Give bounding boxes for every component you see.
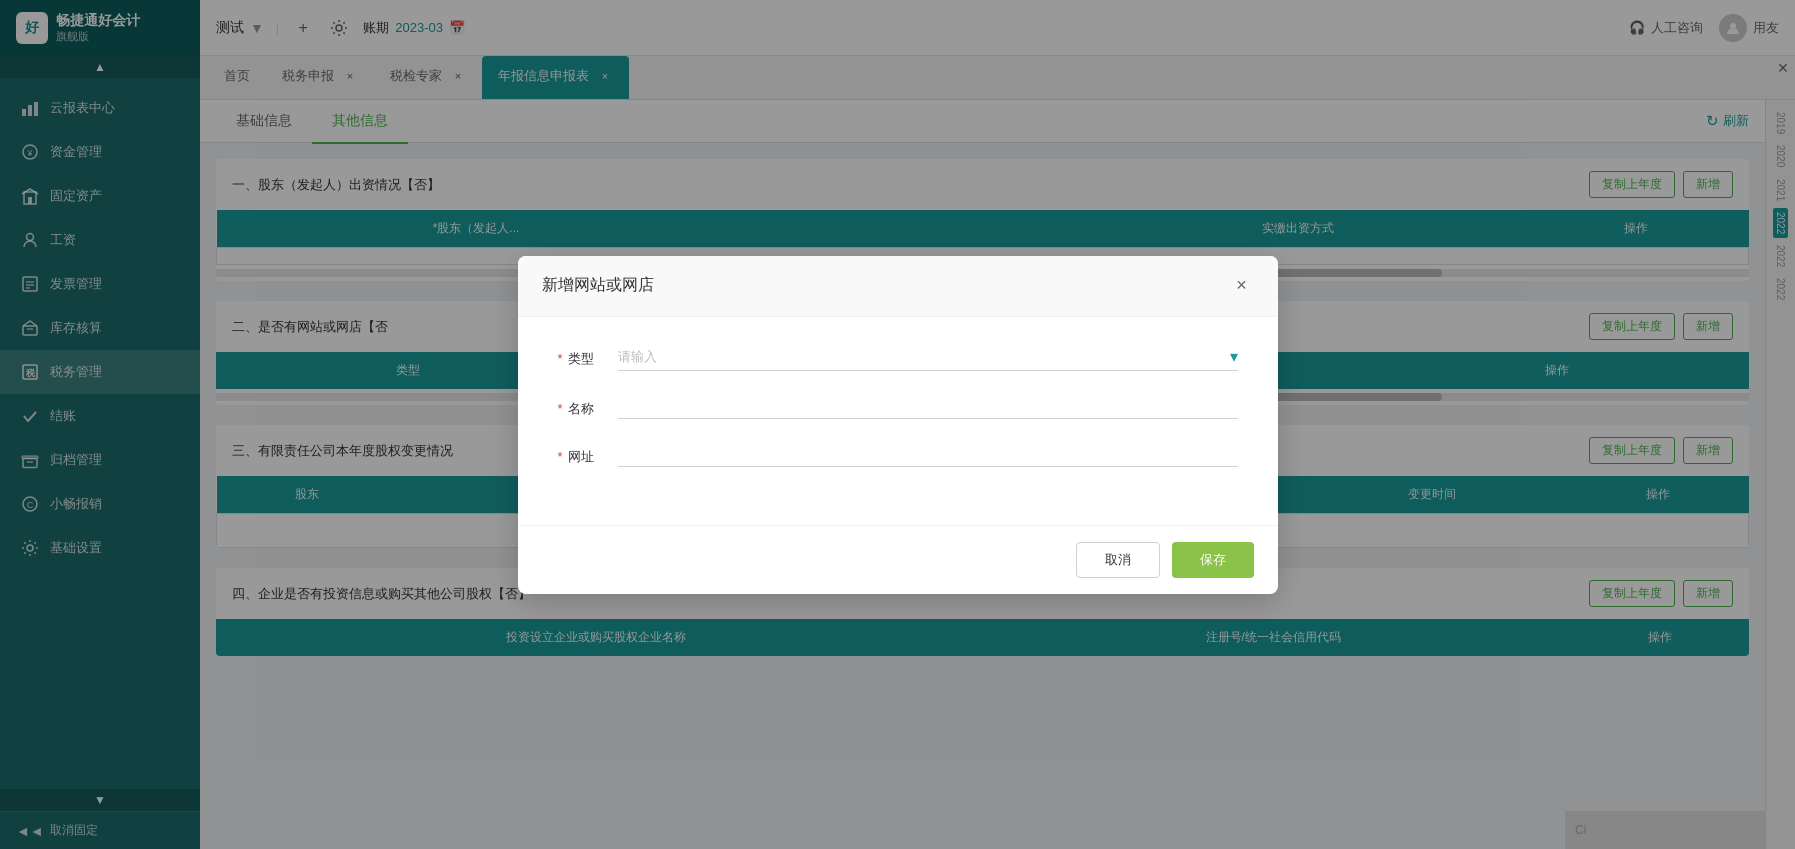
type-input[interactable] bbox=[618, 349, 1230, 364]
type-input-wrap: ▾ bbox=[618, 347, 1238, 371]
url-input[interactable] bbox=[618, 447, 1238, 462]
add-website-dialog: 新增网站或网店 × * 类型 ▾ * 名称 bbox=[518, 256, 1278, 594]
url-label: * 网址 bbox=[558, 448, 618, 466]
dialog-close-button[interactable]: × bbox=[1230, 274, 1254, 298]
name-label-text: 名称 bbox=[568, 401, 594, 416]
form-field-name: * 名称 bbox=[558, 399, 1238, 419]
dialog-header: 新增网站或网店 × bbox=[518, 256, 1278, 317]
type-label-text: 类型 bbox=[568, 351, 594, 366]
name-label: * 名称 bbox=[558, 400, 618, 418]
name-input-wrap bbox=[618, 399, 1238, 419]
form-field-type: * 类型 ▾ bbox=[558, 347, 1238, 371]
form-field-url: * 网址 bbox=[558, 447, 1238, 467]
save-button[interactable]: 保存 bbox=[1172, 542, 1254, 578]
name-input[interactable] bbox=[618, 399, 1238, 414]
type-label: * 类型 bbox=[558, 350, 618, 368]
url-label-text: 网址 bbox=[568, 449, 594, 464]
dropdown-icon[interactable]: ▾ bbox=[1230, 347, 1238, 366]
dialog-footer: 取消 保存 bbox=[518, 525, 1278, 594]
dialog-overlay[interactable]: 新增网站或网店 × * 类型 ▾ * 名称 bbox=[0, 0, 1795, 849]
close-icon: × bbox=[1236, 275, 1247, 296]
dialog-title: 新增网站或网店 bbox=[542, 275, 654, 296]
dialog-body: * 类型 ▾ * 名称 bbox=[518, 317, 1278, 525]
cancel-button[interactable]: 取消 bbox=[1076, 542, 1160, 578]
url-input-wrap bbox=[618, 447, 1238, 467]
